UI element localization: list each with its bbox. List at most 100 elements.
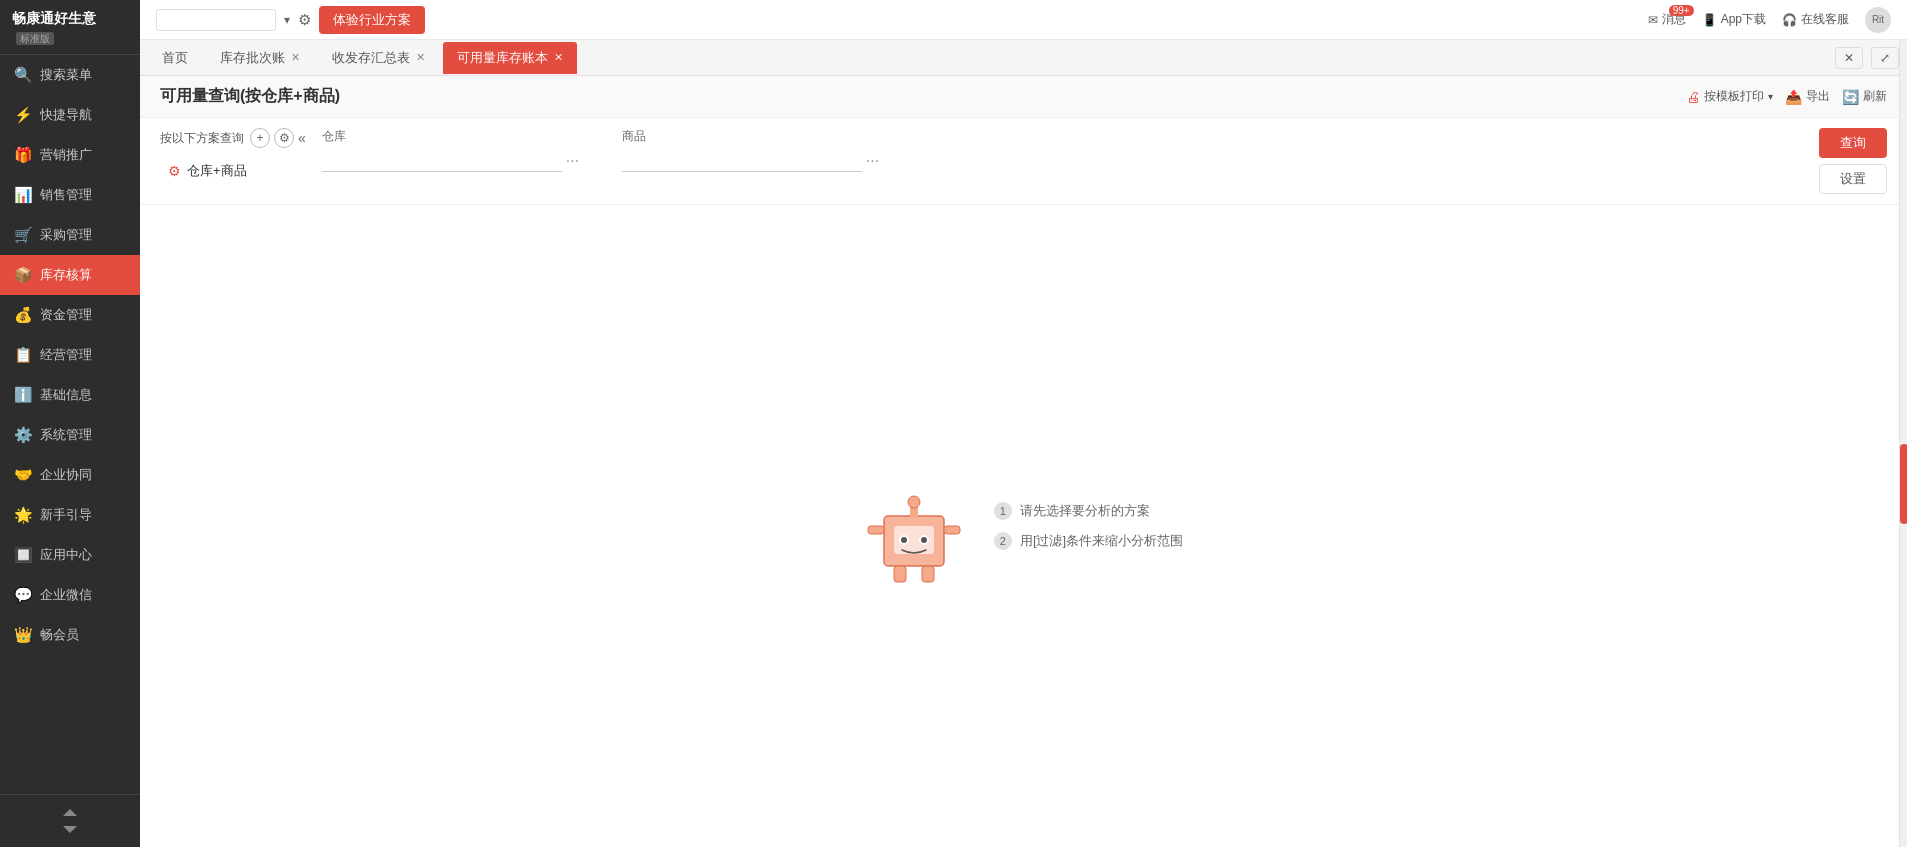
sidebar-item-inventory[interactable]: 📦 库存核算 (0, 255, 140, 295)
sidebar-item-marketing[interactable]: 🎁 营销推广 (0, 135, 140, 175)
sidebar-label-purchase: 采购管理 (40, 226, 92, 244)
tab-collect-summary[interactable]: 收发存汇总表 ✕ (318, 42, 439, 74)
app-download-button[interactable]: 📱 App下载 (1702, 11, 1766, 28)
search-area (156, 9, 276, 31)
filter-scheme-panel: 按以下方案查询 + ⚙ « ⚙ 仓库+商品 (160, 128, 306, 186)
headset-icon: 🎧 (1782, 13, 1797, 27)
tab-batch-account-close[interactable]: ✕ (291, 51, 300, 64)
sidebar-item-search[interactable]: 🔍 搜索菜单 (0, 55, 140, 95)
info-icon: ℹ️ (14, 386, 32, 404)
search-input[interactable] (156, 9, 276, 31)
sidebar-item-member[interactable]: 👑 畅会员 (0, 615, 140, 655)
sidebar-item-enterprise[interactable]: 🤝 企业协同 (0, 455, 140, 495)
warehouse-input-row: ··· (322, 149, 602, 172)
content-area: 可用量查询(按仓库+商品) 🖨 按模板打印 ▾ 📤 导出 🔄 刷新 (140, 76, 1907, 847)
sidebar-item-system[interactable]: ⚙️ 系统管理 (0, 415, 140, 455)
tab-batch-account[interactable]: 库存批次账 ✕ (206, 42, 314, 74)
goods-input-row: ··· (622, 149, 902, 172)
refresh-button[interactable]: 🔄 刷新 (1842, 88, 1887, 105)
filter-settings-button[interactable]: 设置 (1819, 164, 1887, 194)
hint-2: 2 用[过滤]条件来缩小分析范围 (994, 532, 1183, 550)
filter-actions: 查询 设置 (1819, 128, 1887, 194)
warehouse-more-btn[interactable]: ··· (566, 152, 579, 170)
box-icon: 📦 (14, 266, 32, 284)
sidebar-label-basic: 基础信息 (40, 386, 92, 404)
filter-fields: 仓库 ··· 商品 ··· (322, 128, 1803, 172)
warehouse-label: 仓库 (322, 128, 602, 145)
money-icon: 💰 (14, 306, 32, 324)
empty-state: 1 请先选择要分析的方案 2 用[过滤]条件来缩小分析范围 (140, 205, 1907, 847)
goods-more-btn[interactable]: ··· (866, 152, 879, 170)
tab-available-ledger-close[interactable]: ✕ (554, 51, 563, 64)
lightning-icon: ⚡ (14, 106, 32, 124)
sidebar-item-newbie[interactable]: 🌟 新手引导 (0, 495, 140, 535)
svg-rect-10 (944, 526, 960, 534)
dropdown-arrow[interactable]: ▾ (284, 13, 290, 27)
scheme-add-btn[interactable]: + (250, 128, 270, 148)
filter-field-warehouse: 仓库 ··· (322, 128, 602, 172)
sidebar-label-wechat: 企业微信 (40, 586, 92, 604)
sidebar-item-wechat[interactable]: 💬 企业微信 (0, 575, 140, 615)
print-button[interactable]: 🖨 按模板打印 ▾ (1686, 88, 1773, 105)
sidebar-item-purchase[interactable]: 🛒 采购管理 (0, 215, 140, 255)
sidebar-item-basic[interactable]: ℹ️ 基础信息 (0, 375, 140, 415)
sidebar-item-quick-nav[interactable]: ⚡ 快捷导航 (0, 95, 140, 135)
sidebar-item-finance[interactable]: 💰 资金管理 (0, 295, 140, 335)
filter-field-goods: 商品 ··· (622, 128, 902, 172)
export-button[interactable]: 📤 导出 (1785, 88, 1830, 105)
tab-expand-btn[interactable]: ⤢ (1871, 47, 1899, 69)
user-avatar[interactable]: Rit (1865, 7, 1891, 33)
empty-illustration (864, 476, 964, 576)
refresh-label: 刷新 (1863, 88, 1887, 105)
sidebar-scroll-down[interactable] (0, 821, 140, 839)
gift-icon: 🎁 (14, 146, 32, 164)
tab-collect-summary-close[interactable]: ✕ (416, 51, 425, 64)
online-service-button[interactable]: 🎧 在线客服 (1782, 11, 1849, 28)
filter-area: 按以下方案查询 + ⚙ « ⚙ 仓库+商品 仓库 (140, 118, 1907, 205)
hint-1: 1 请先选择要分析的方案 (994, 502, 1183, 520)
sidebar-label-app-center: 应用中心 (40, 546, 92, 564)
tab-available-ledger[interactable]: 可用量库存账本 ✕ (443, 42, 577, 74)
sidebar-label-operation: 经营管理 (40, 346, 92, 364)
scheme-item-icon: ⚙ (168, 163, 181, 179)
sidebar: 畅康通好生意 标准版 🔍 搜索菜单 ⚡ 快捷导航 🎁 营销推广 📊 销售管理 🛒… (0, 0, 140, 847)
phone-icon: 📱 (1702, 13, 1717, 27)
sidebar-label-enterprise: 企业协同 (40, 466, 92, 484)
tabs-right: ✕ ⤢ (1835, 47, 1899, 69)
app-download-label: App下载 (1721, 11, 1766, 28)
sidebar-label-finance: 资金管理 (40, 306, 92, 324)
svg-rect-11 (894, 566, 906, 582)
sidebar-label-search: 搜索菜单 (40, 66, 92, 84)
sidebar-item-operation[interactable]: 📋 经营管理 (0, 335, 140, 375)
tab-available-ledger-label: 可用量库存账本 (457, 49, 548, 67)
sidebar-item-app-center[interactable]: 🔲 应用中心 (0, 535, 140, 575)
scheme-collapse-btn[interactable]: « (298, 128, 306, 148)
message-button[interactable]: ✉ 消息 99+ (1648, 11, 1686, 28)
goods-label: 商品 (622, 128, 902, 145)
tab-home-label: 首页 (162, 49, 188, 67)
goods-input[interactable] (622, 149, 862, 172)
search-icon: 🔍 (14, 66, 32, 84)
tab-close-all-btn[interactable]: ✕ (1835, 47, 1863, 69)
empty-hints: 1 请先选择要分析的方案 2 用[过滤]条件来缩小分析范围 (994, 502, 1183, 550)
app-name: 畅康通好生意 (12, 10, 96, 28)
right-scrollbar[interactable] (1899, 40, 1907, 847)
scheme-item-warehouse-goods[interactable]: ⚙ 仓库+商品 (160, 156, 306, 186)
tab-home[interactable]: 首页 (148, 42, 202, 74)
tab-batch-account-label: 库存批次账 (220, 49, 285, 67)
page-title: 可用量查询(按仓库+商品) (160, 86, 340, 107)
page-actions: 🖨 按模板打印 ▾ 📤 导出 🔄 刷新 (1686, 88, 1887, 105)
warehouse-input[interactable] (322, 149, 562, 172)
query-button[interactable]: 查询 (1819, 128, 1887, 158)
main-area: ▾ ⚙ 体验行业方案 ✉ 消息 99+ 📱 App下载 🎧 在线客服 Rit 首… (140, 0, 1907, 847)
wechat-icon: 💬 (14, 586, 32, 604)
sidebar-label-marketing: 营销推广 (40, 146, 92, 164)
scheme-settings-btn[interactable]: ⚙ (274, 128, 294, 148)
sidebar-scroll-up[interactable] (0, 803, 140, 821)
sidebar-item-sales[interactable]: 📊 销售管理 (0, 175, 140, 215)
crown-icon: 👑 (14, 626, 32, 644)
handshake-icon: 🤝 (14, 466, 32, 484)
trial-button[interactable]: 体验行业方案 (319, 6, 425, 34)
sidebar-label-quick-nav: 快捷导航 (40, 106, 92, 124)
settings-icon[interactable]: ⚙ (298, 11, 311, 29)
